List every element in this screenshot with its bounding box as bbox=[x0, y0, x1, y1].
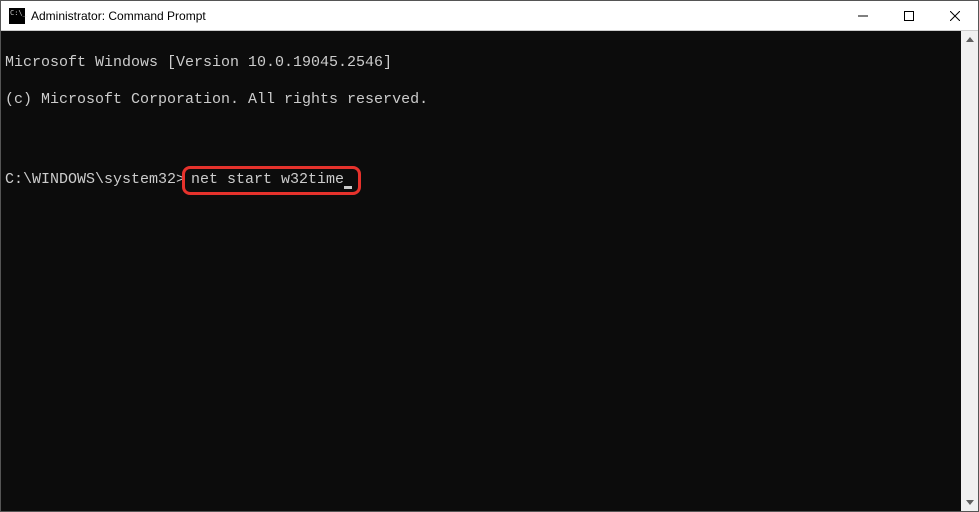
titlebar[interactable]: Administrator: Command Prompt bbox=[1, 1, 978, 31]
scroll-down-arrow[interactable] bbox=[961, 494, 978, 511]
scroll-up-arrow[interactable] bbox=[961, 31, 978, 48]
terminal-area: Microsoft Windows [Version 10.0.19045.25… bbox=[1, 31, 978, 511]
terminal[interactable]: Microsoft Windows [Version 10.0.19045.25… bbox=[1, 31, 961, 511]
cmd-icon bbox=[9, 8, 25, 24]
window-controls bbox=[840, 1, 978, 30]
titlebar-left: Administrator: Command Prompt bbox=[1, 8, 840, 24]
blank-line bbox=[5, 129, 957, 148]
command-prompt-window: Administrator: Command Prompt Microsoft … bbox=[0, 0, 979, 512]
minimize-button[interactable] bbox=[840, 1, 886, 30]
window-title: Administrator: Command Prompt bbox=[31, 9, 206, 23]
maximize-button[interactable] bbox=[886, 1, 932, 30]
cursor bbox=[344, 186, 352, 189]
close-button[interactable] bbox=[932, 1, 978, 30]
command-highlight: net start w32time bbox=[182, 166, 361, 195]
prompt-line: C:\WINDOWS\system32> net start w32time bbox=[5, 166, 957, 195]
prompt: C:\WINDOWS\system32> bbox=[5, 171, 185, 190]
output-line: (c) Microsoft Corporation. All rights re… bbox=[5, 91, 957, 110]
vertical-scrollbar[interactable] bbox=[961, 31, 978, 511]
command-text: net start w32time bbox=[191, 171, 344, 188]
output-line: Microsoft Windows [Version 10.0.19045.25… bbox=[5, 54, 957, 73]
